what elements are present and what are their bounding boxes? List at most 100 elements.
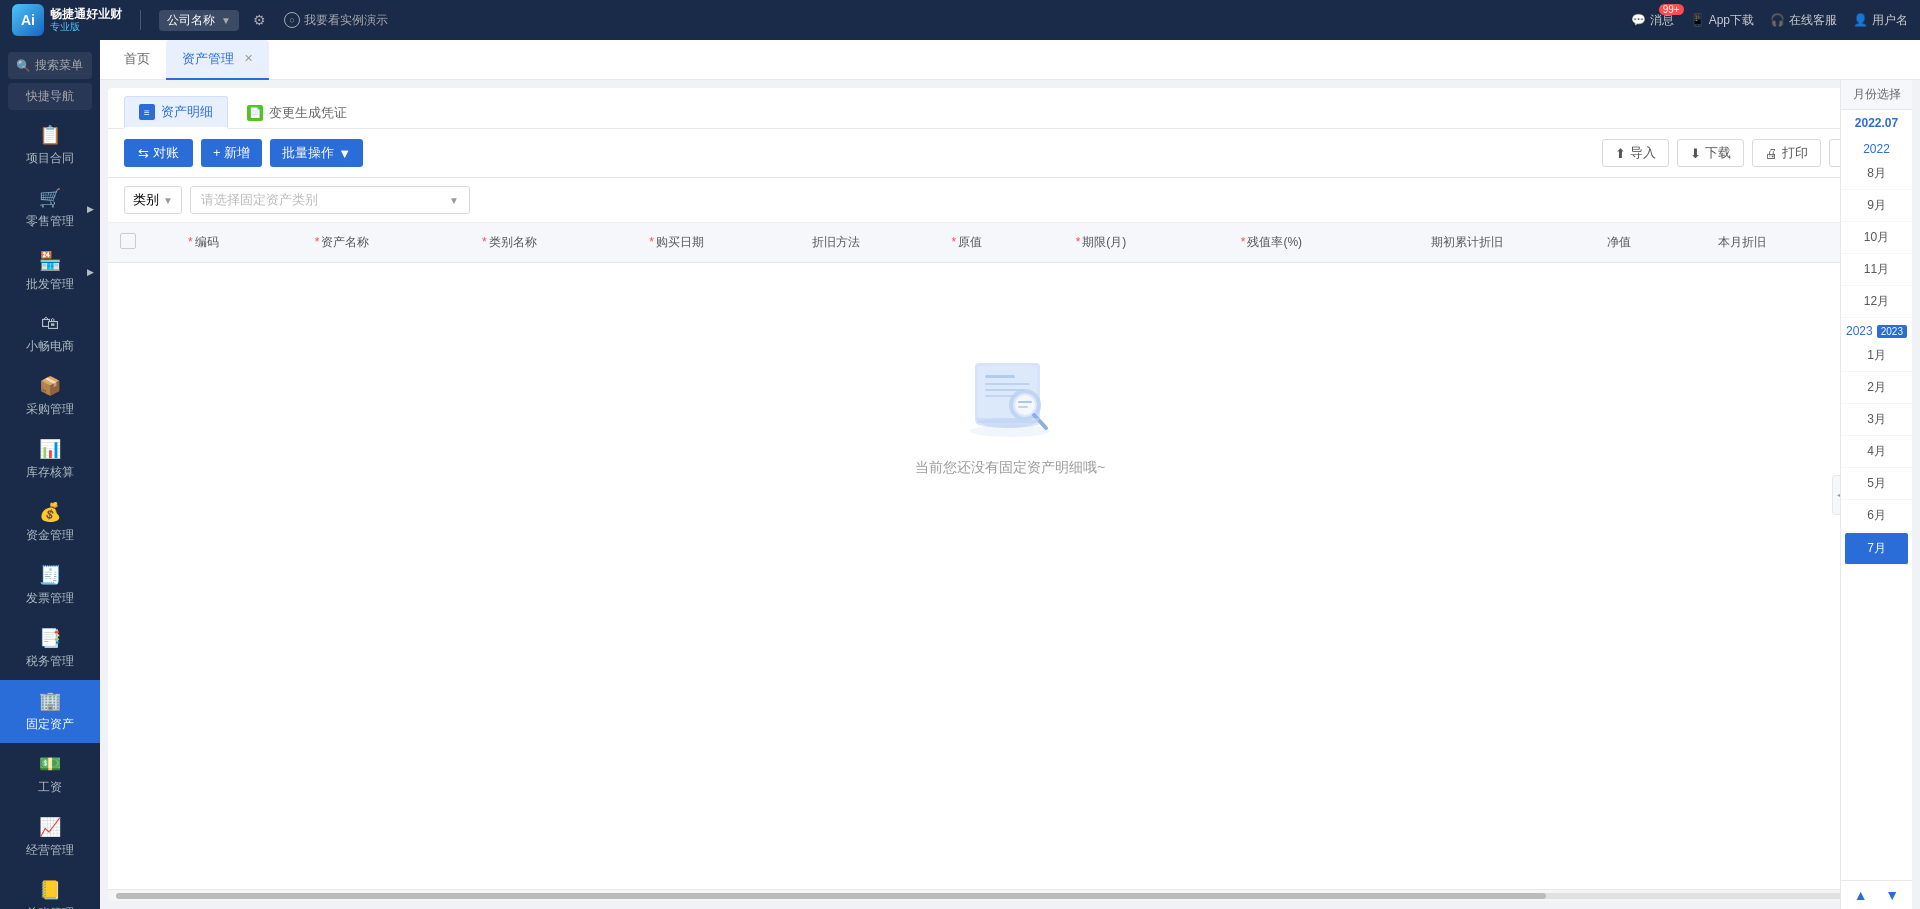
sidebar-item-inventory-accounting[interactable]: 📊 库存核算: [0, 428, 100, 491]
sidebar-item-purchase-management[interactable]: 📦 采购管理: [0, 365, 100, 428]
print-icon: 🖨: [1765, 146, 1778, 161]
tab-asset-management[interactable]: 资产管理 ✕: [166, 40, 269, 80]
th-code: *编码: [148, 223, 258, 263]
batch-button[interactable]: 批量操作 ▼: [270, 139, 363, 167]
top-bar: Ai 畅捷通好业财 专业版 公司名称 ▼ ⚙ ○ 我要看实例演示 💬 消息 99…: [0, 0, 1920, 40]
reconcile-icon: ⇆: [138, 146, 149, 161]
add-button[interactable]: + 新增: [201, 139, 262, 167]
online-service-label: 在线客服: [1789, 12, 1837, 29]
sidebar-item-label: 小畅电商: [26, 338, 74, 355]
month-item-11[interactable]: 11月: [1841, 254, 1912, 286]
month-item-3[interactable]: 3月: [1841, 404, 1912, 436]
arrow-icon: ▶: [87, 204, 94, 214]
sidebar-item-fund-management[interactable]: 💰 资金管理: [0, 491, 100, 554]
month-item-9[interactable]: 9月: [1841, 190, 1912, 222]
sidebar-item-tax-management[interactable]: 📑 税务管理: [0, 617, 100, 680]
th-residual-rate: *残值率(%): [1180, 223, 1363, 263]
month-item-1[interactable]: 1月: [1841, 340, 1912, 372]
month-panel-title: 月份选择: [1841, 80, 1912, 110]
category-select[interactable]: 类别 ▼: [124, 186, 182, 214]
page-content: ≡ 资产明细 📄 变更生成凭证 ⇆ 对账 + 新增: [100, 80, 1920, 909]
batch-chevron-icon: ▼: [338, 146, 351, 161]
search-icon: 🔍: [16, 59, 31, 73]
add-label: + 新增: [213, 144, 250, 162]
year-2022-label: 2022: [1841, 136, 1912, 158]
search-menu-label: 搜索菜单: [35, 57, 83, 74]
company-selector[interactable]: 公司名称 ▼: [159, 10, 239, 31]
purchase-icon: 📦: [39, 375, 61, 397]
month-item-4[interactable]: 4月: [1841, 436, 1912, 468]
demo-label: 我要看实例演示: [304, 12, 388, 29]
header-checkbox[interactable]: [120, 233, 136, 249]
category-input-placeholder: 请选择固定资产类别: [201, 191, 318, 209]
sidebar-item-invoice-management[interactable]: 🧾 发票管理: [0, 554, 100, 617]
reconcile-button[interactable]: ⇆ 对账: [124, 139, 193, 167]
search-menu-button[interactable]: 🔍 搜索菜单: [8, 52, 92, 79]
sidebar-item-fixed-assets[interactable]: 🏢 固定资产: [0, 680, 100, 743]
month-item-8[interactable]: 8月: [1841, 158, 1912, 190]
month-panel-nav: ▲ ▼: [1841, 880, 1912, 909]
sidebar-item-label: 资金管理: [26, 527, 74, 544]
sub-tab-asset-detail-label: 资产明细: [161, 103, 213, 121]
chat-icon: 💬: [1631, 13, 1646, 27]
sidebar-item-label: 总账管理: [26, 905, 74, 909]
sidebar-item-ecommerce[interactable]: 🛍 小畅电商: [0, 303, 100, 365]
month-item-7-active[interactable]: 7月: [1845, 533, 1908, 565]
app-download-label: App下载: [1709, 12, 1754, 29]
sub-tab-asset-detail[interactable]: ≡ 资产明细: [124, 96, 228, 129]
settings-button[interactable]: ⚙: [253, 12, 266, 28]
filter-bar: 类别 ▼ 请选择固定资产类别 ▼: [108, 178, 1912, 223]
th-checkbox: [108, 223, 148, 263]
arrow-icon: ▶: [87, 267, 94, 277]
ecommerce-icon: 🛍: [41, 313, 59, 334]
demo-button[interactable]: ○ 我要看实例演示: [284, 12, 388, 29]
sub-tab-change-voucher[interactable]: 📄 变更生成凭证: [232, 97, 362, 129]
sidebar-item-general-ledger[interactable]: 📒 总账管理: [0, 869, 100, 909]
category-label: 类别: [133, 191, 159, 209]
th-depreciation-method: 折旧方法: [760, 223, 911, 263]
quick-nav-button[interactable]: 快捷导航: [8, 83, 92, 110]
sidebar-item-label: 工资: [38, 779, 62, 796]
user-avatar[interactable]: 👤 用户名: [1853, 12, 1908, 29]
sidebar-item-wholesale-management[interactable]: 🏪 批发管理 ▶: [0, 240, 100, 303]
inventory-icon: 📊: [39, 438, 61, 460]
year-2023-label: 2023 2023: [1841, 318, 1912, 340]
tab-close-icon[interactable]: ✕: [244, 52, 253, 65]
th-purchase-date: *购买日期: [593, 223, 760, 263]
sidebar-item-label: 固定资产: [26, 716, 74, 733]
demo-icon: ○: [284, 12, 300, 28]
import-button[interactable]: ⬆ 导入: [1602, 139, 1669, 167]
empty-illustration: [950, 343, 1070, 443]
print-button[interactable]: 🖨 打印: [1752, 139, 1821, 167]
scrollbar-thumb: [116, 893, 1546, 899]
tab-bar: 首页 资产管理 ✕: [100, 40, 1920, 80]
sidebar-item-salary[interactable]: 💵 工资: [0, 743, 100, 806]
mobile-icon: 📱: [1690, 13, 1705, 27]
sidebar-item-retail-management[interactable]: 🛒 零售管理 ▶: [0, 177, 100, 240]
empty-text: 当前您还没有固定资产明细哦~: [915, 459, 1105, 477]
online-service-button[interactable]: 🎧 在线客服: [1770, 12, 1837, 29]
app-download-button[interactable]: 📱 App下载: [1690, 12, 1754, 29]
month-panel-title-label: 月份选择: [1853, 87, 1901, 101]
messages-button[interactable]: 💬 消息 99+: [1631, 12, 1674, 29]
batch-label: 批量操作: [282, 144, 334, 162]
category-chevron-icon: ▼: [163, 195, 173, 206]
month-item-10[interactable]: 10月: [1841, 222, 1912, 254]
month-item-5[interactable]: 5月: [1841, 468, 1912, 500]
download-button[interactable]: ⬇ 下载: [1677, 139, 1744, 167]
month-panel-down-button[interactable]: ▼: [1879, 885, 1905, 905]
svg-rect-11: [1018, 401, 1032, 403]
sidebar-item-operations-management[interactable]: 📈 经营管理: [0, 806, 100, 869]
tab-home[interactable]: 首页: [108, 40, 166, 80]
category-input-arrow: ▼: [449, 195, 459, 206]
month-item-12[interactable]: 12月: [1841, 286, 1912, 318]
th-monthly-depreciation: 本月折旧: [1666, 223, 1817, 263]
messages-badge: 99+: [1659, 4, 1684, 15]
month-item-6[interactable]: 6月: [1841, 500, 1912, 532]
month-panel-up-button[interactable]: ▲: [1848, 885, 1874, 905]
month-item-2[interactable]: 2月: [1841, 372, 1912, 404]
top-bar-right: 💬 消息 99+ 📱 App下载 🎧 在线客服 👤 用户名: [1631, 12, 1908, 29]
sidebar-item-project-contract[interactable]: 📋 项目合同: [0, 114, 100, 177]
category-input[interactable]: 请选择固定资产类别 ▼: [190, 186, 470, 214]
horizontal-scrollbar[interactable]: [108, 889, 1912, 901]
